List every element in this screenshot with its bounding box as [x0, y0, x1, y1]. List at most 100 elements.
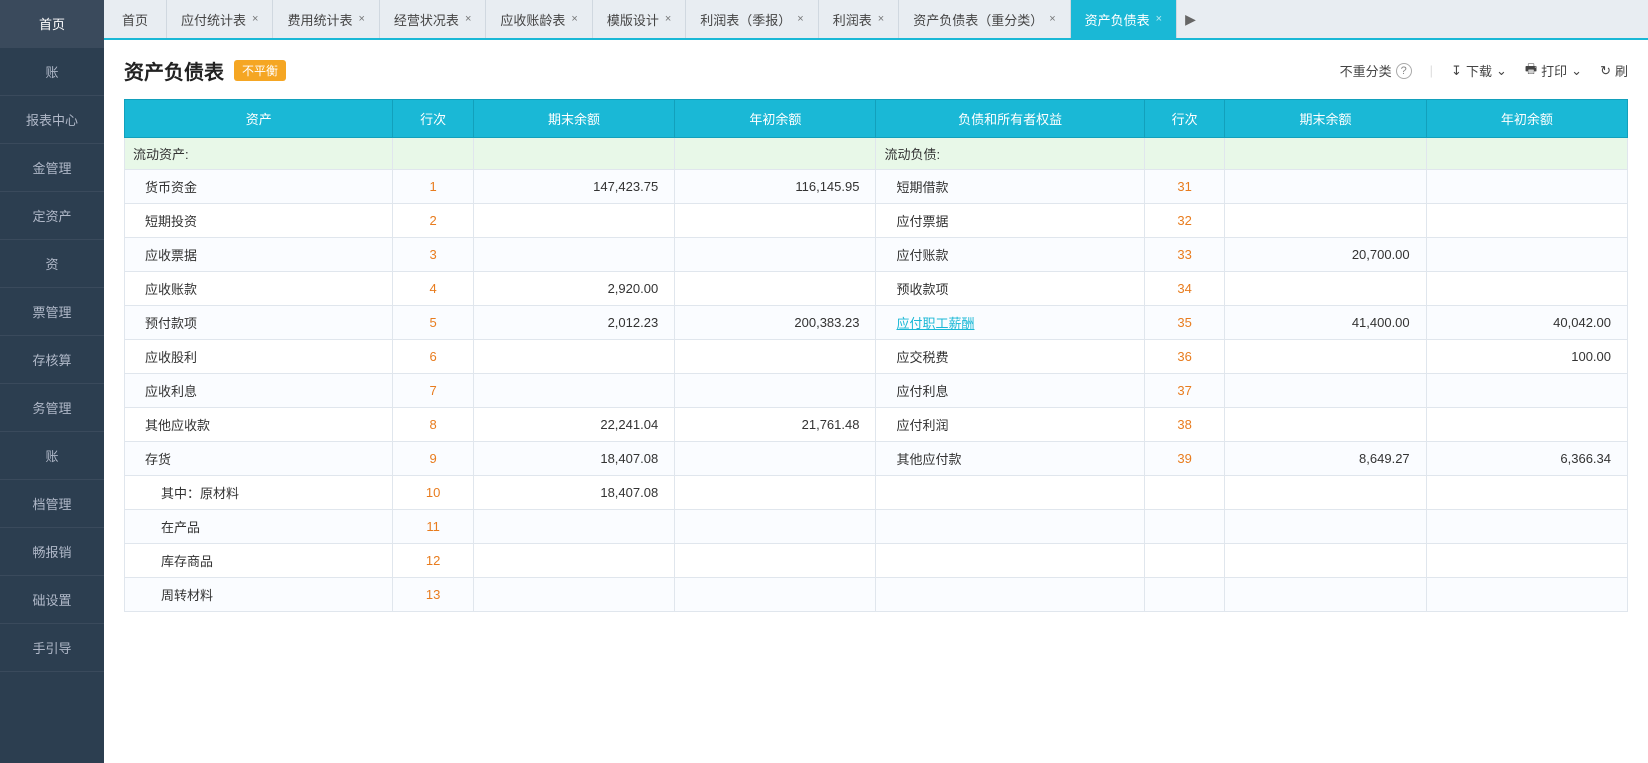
tabs-scroll-right[interactable]: ▶ [1177, 0, 1204, 38]
left-end-val[interactable] [473, 238, 674, 272]
left-label[interactable]: 库存商品 [125, 544, 393, 578]
left-start-val[interactable] [675, 578, 876, 612]
refresh-action[interactable]: ↻ 刷 [1600, 61, 1628, 80]
right-start-val[interactable] [1426, 170, 1627, 204]
left-start-val[interactable] [675, 340, 876, 374]
right-end-val[interactable] [1225, 204, 1426, 238]
classify-action[interactable]: 不重分类 ? [1340, 61, 1412, 80]
close-icon[interactable]: × [571, 13, 577, 25]
right-end-val[interactable]: 20,700.00 [1225, 238, 1426, 272]
close-icon[interactable]: × [665, 13, 671, 25]
right-start-val[interactable] [1426, 408, 1627, 442]
left-label[interactable]: 在产品 [125, 510, 393, 544]
sidebar-item-archive-mgmt[interactable]: 档管理 [0, 480, 104, 528]
left-label[interactable]: 应收股利 [125, 340, 393, 374]
close-icon[interactable]: × [465, 13, 471, 25]
close-icon[interactable]: × [1049, 13, 1055, 25]
left-start-val[interactable] [675, 374, 876, 408]
close-icon[interactable]: × [878, 13, 884, 25]
sidebar-item-guide[interactable]: 手引导 [0, 624, 104, 672]
sidebar-item-tax-mgmt[interactable]: 务管理 [0, 384, 104, 432]
left-label[interactable]: 其他应收款 [125, 408, 393, 442]
left-start-val[interactable] [675, 204, 876, 238]
left-label[interactable]: 存货 [125, 442, 393, 476]
right-label[interactable]: 预收款项 [876, 272, 1144, 306]
sidebar-item-expense[interactable]: 畅报销 [0, 528, 104, 576]
right-start-val[interactable] [1426, 204, 1627, 238]
left-end-val[interactable] [473, 510, 674, 544]
left-label[interactable]: 短期投资 [125, 204, 393, 238]
left-start-val[interactable]: 21,761.48 [675, 408, 876, 442]
tab-profit[interactable]: 利润表 × [819, 0, 899, 38]
left-label[interactable]: 应收利息 [125, 374, 393, 408]
right-label[interactable]: 应付账款 [876, 238, 1144, 272]
left-start-val[interactable]: 116,145.95 [675, 170, 876, 204]
left-start-val[interactable] [675, 272, 876, 306]
sidebar-item-inventory[interactable]: 存核算 [0, 336, 104, 384]
sidebar-item-home[interactable]: 首页 [0, 0, 104, 48]
tab-payable-stats[interactable]: 应付统计表 × [167, 0, 273, 38]
left-end-val[interactable] [473, 544, 674, 578]
sidebar-item-report-center[interactable]: 报表中心 [0, 96, 104, 144]
left-label[interactable]: 其中：原材料 [125, 476, 393, 510]
left-label[interactable]: 货币资金 [125, 170, 393, 204]
left-label[interactable]: 预付款项 [125, 306, 393, 340]
right-label[interactable]: 应付利息 [876, 374, 1144, 408]
right-label[interactable]: 应付利润 [876, 408, 1144, 442]
tab-operations[interactable]: 经营状况表 × [380, 0, 486, 38]
left-end-val[interactable]: 147,423.75 [473, 170, 674, 204]
left-label[interactable]: 周转材料 [125, 578, 393, 612]
print-action[interactable]: 🖶 打印 ⌄ [1525, 60, 1582, 82]
tab-balance-reclassified[interactable]: 资产负债表（重分类） × [899, 0, 1070, 38]
right-start-val[interactable] [1426, 238, 1627, 272]
right-start-val[interactable]: 6,366.34 [1426, 442, 1627, 476]
sidebar-item-account[interactable]: 账 [0, 48, 104, 96]
left-start-val[interactable] [675, 238, 876, 272]
left-start-val[interactable] [675, 476, 876, 510]
tab-home[interactable]: 首页 [104, 0, 167, 38]
left-end-val[interactable] [473, 204, 674, 238]
tab-profit-quarterly[interactable]: 利润表（季报） × [686, 0, 818, 38]
right-label[interactable]: 应交税费 [876, 340, 1144, 374]
right-end-val[interactable]: 41,400.00 [1225, 306, 1426, 340]
right-start-val[interactable]: 100.00 [1426, 340, 1627, 374]
left-end-val[interactable]: 22,241.04 [473, 408, 674, 442]
left-label[interactable]: 应收账款 [125, 272, 393, 306]
right-label[interactable]: 应付职工薪酬 [876, 306, 1144, 340]
right-end-val[interactable]: 8,649.27 [1225, 442, 1426, 476]
tab-template-design[interactable]: 模版设计 × [593, 0, 686, 38]
right-start-val[interactable] [1426, 374, 1627, 408]
right-end-val[interactable] [1225, 272, 1426, 306]
sidebar-item-fixed-assets[interactable]: 定资产 [0, 192, 104, 240]
sidebar-item-investment[interactable]: 资 [0, 240, 104, 288]
left-start-val[interactable] [675, 442, 876, 476]
tab-expense-stats[interactable]: 费用统计表 × [273, 0, 379, 38]
tab-receivable-aging[interactable]: 应收账龄表 × [486, 0, 592, 38]
sidebar-item-ledger[interactable]: 账 [0, 432, 104, 480]
right-label[interactable]: 其他应付款 [876, 442, 1144, 476]
sidebar-item-fund-mgmt[interactable]: 金管理 [0, 144, 104, 192]
tab-balance-sheet[interactable]: 资产负债表 × [1071, 0, 1177, 38]
right-end-val[interactable] [1225, 170, 1426, 204]
left-start-val[interactable]: 200,383.23 [675, 306, 876, 340]
sidebar-item-settings[interactable]: 础设置 [0, 576, 104, 624]
close-icon[interactable]: × [1156, 13, 1162, 25]
right-label[interactable]: 短期借款 [876, 170, 1144, 204]
left-label[interactable]: 应收票据 [125, 238, 393, 272]
right-end-val[interactable] [1225, 374, 1426, 408]
left-start-val[interactable] [675, 510, 876, 544]
sidebar-item-ticket-mgmt[interactable]: 票管理 [0, 288, 104, 336]
left-end-val[interactable]: 2,920.00 [473, 272, 674, 306]
right-start-val[interactable]: 40,042.00 [1426, 306, 1627, 340]
close-icon[interactable]: × [797, 13, 803, 25]
right-start-val[interactable] [1426, 272, 1627, 306]
left-end-val[interactable]: 18,407.08 [473, 442, 674, 476]
left-start-val[interactable] [675, 544, 876, 578]
left-end-val[interactable] [473, 578, 674, 612]
left-end-val[interactable] [473, 340, 674, 374]
right-end-val[interactable] [1225, 340, 1426, 374]
close-icon[interactable]: × [358, 13, 364, 25]
right-end-val[interactable] [1225, 408, 1426, 442]
download-action[interactable]: ↧ 下载 ⌄ [1451, 61, 1507, 80]
right-label[interactable]: 应付票据 [876, 204, 1144, 238]
